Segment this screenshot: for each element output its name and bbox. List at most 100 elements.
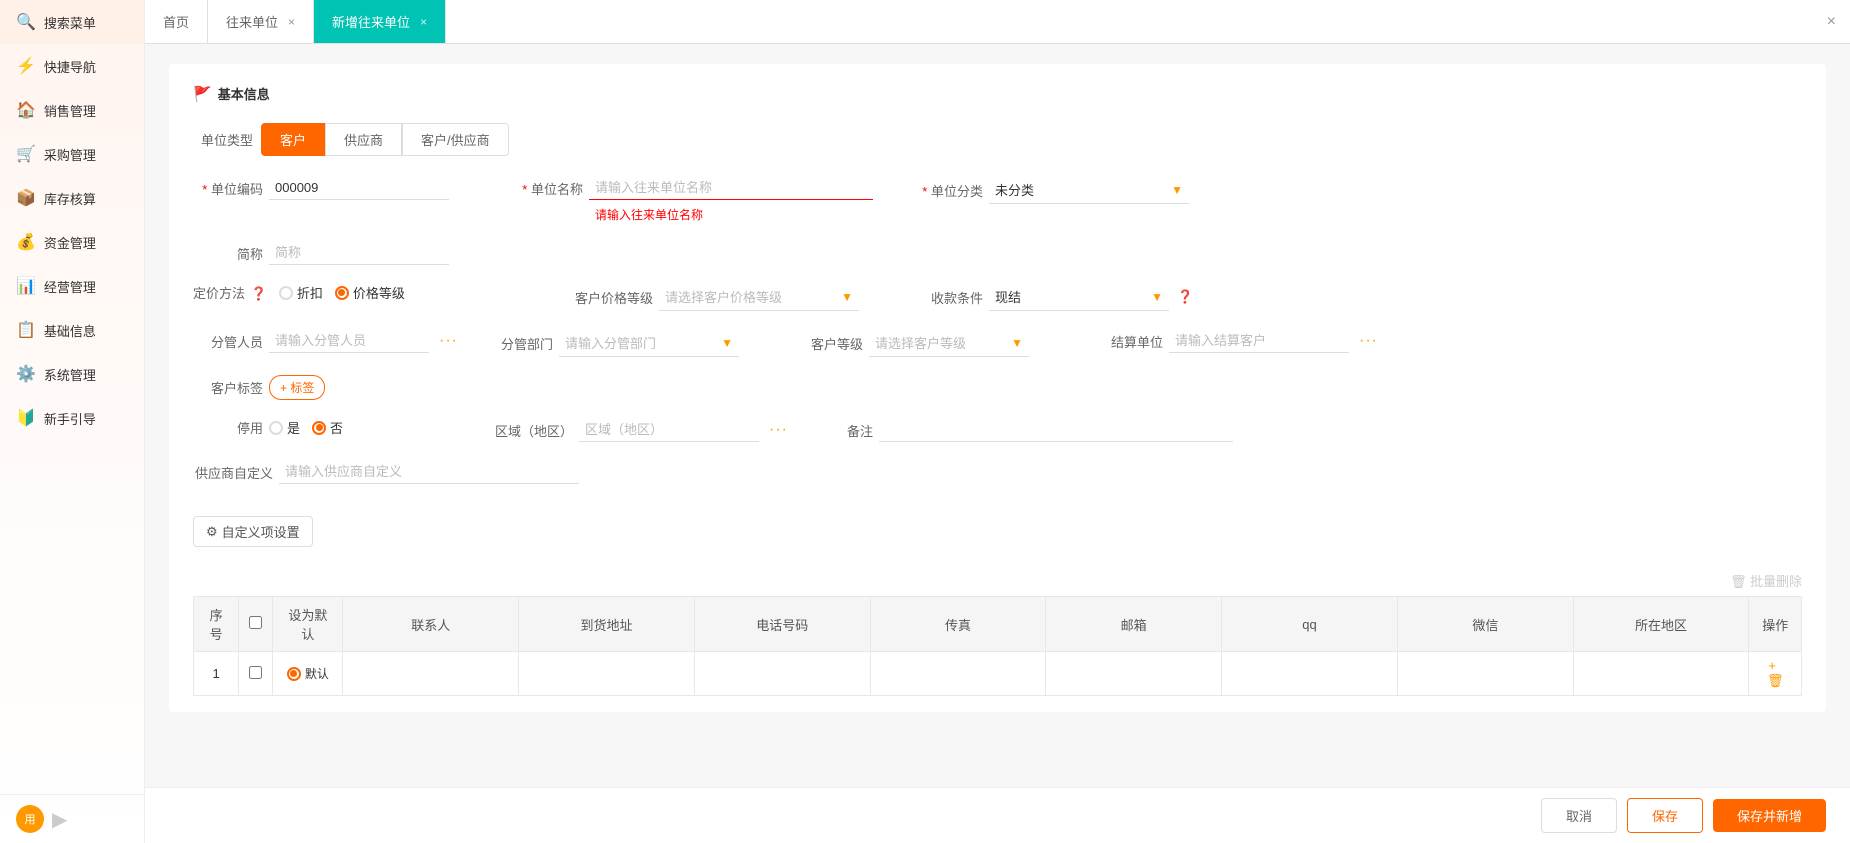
disabled-no-label: 否 [330,418,343,437]
main-area: 首页 往来单位 × 新增往来单位 × × 🚩 基本信息 单位类型 客户 [145,0,1850,843]
sidebar-item-inventory[interactable]: 📦 库存核算 [0,176,144,220]
row-phone-input[interactable] [705,666,860,681]
row-area[interactable] [1573,652,1749,696]
close-all-tabs-button[interactable]: × [1813,0,1850,43]
add-tag-button[interactable]: + 标签 [269,375,325,400]
col-address: 到货地址 [519,597,695,652]
row-address[interactable] [519,652,695,696]
save-and-new-button[interactable]: 保存并新增 [1713,799,1826,832]
row-address-input[interactable] [529,666,684,681]
customer-level-select[interactable]: 请选择客户等级 ▼ [869,329,1029,357]
department-select[interactable]: 请输入分管部门 ▼ [559,329,739,357]
row-fax[interactable] [870,652,1046,696]
row-checkbox[interactable] [249,666,262,679]
row-qq[interactable] [1222,652,1398,696]
col-qq: qq [1222,597,1398,652]
customer-price-level-select[interactable]: 请选择客户价格等级 ▼ [659,283,859,311]
region-more-btn[interactable]: ··· [769,421,788,439]
tab-home[interactable]: 首页 [145,0,208,43]
cancel-button[interactable]: 取消 [1541,798,1617,833]
batch-delete-button[interactable]: 🗑 批量删除 [1730,571,1802,590]
settlement-unit-more-btn[interactable]: ··· [1359,332,1378,350]
sidebar-item-guide[interactable]: 🔰 新手引导 [0,396,144,440]
col-contact: 联系人 [343,597,519,652]
sidebar-item-quick-nav[interactable]: ⚡ 快捷导航 [0,44,144,88]
row-email[interactable] [1046,652,1222,696]
unit-category-label: * 单位分类 [913,181,983,200]
unit-name-input[interactable] [589,176,873,200]
row-delete-btn[interactable]: 🗑 [1767,673,1784,688]
sidebar-item-search[interactable]: 🔍 搜索菜单 [0,0,144,44]
row-default-label: 默认 [305,665,329,682]
purchase-icon: 🛒 [16,144,36,164]
pricing-method-help-icon[interactable]: ❓ [251,286,267,301]
pricing-discount-radio[interactable]: 折扣 [279,283,323,302]
manager-more-btn[interactable]: ··· [439,332,458,350]
unit-code-input[interactable] [269,176,449,200]
payment-terms-select[interactable]: 现结 ▼ [989,283,1169,311]
sidebar-item-sales[interactable]: 🏠 销售管理 [0,88,144,132]
pricing-method-label: 定价方法 ❓ [193,283,267,302]
row-default-radio[interactable]: 默认 [283,665,332,682]
close-trading-units-tab[interactable]: × [288,15,295,29]
settlement-unit-input[interactable] [1169,329,1349,353]
payment-terms-help-icon[interactable]: ❓ [1177,289,1193,305]
row-contact[interactable] [343,652,519,696]
disabled-yes-radio[interactable]: 是 [269,418,300,437]
payment-terms-label: 收款条件 [913,288,983,307]
col-default: 设为默认 [273,597,343,652]
row-qq-input[interactable] [1232,666,1387,681]
sidebar-item-finance[interactable]: 💰 资金管理 [0,220,144,264]
row-area-input[interactable] [1584,666,1739,681]
unit-type-supplier[interactable]: 供应商 [325,123,402,156]
select-all-checkbox[interactable] [249,616,262,629]
group-disabled: 停用 是 否 [193,418,473,437]
row-wechat[interactable] [1397,652,1573,696]
operations-icon: 📊 [16,276,36,296]
short-name-input[interactable] [269,241,449,265]
unit-category-select[interactable]: 未分类 ▼ [989,176,1189,204]
sidebar-item-purchase[interactable]: 🛒 采购管理 [0,132,144,176]
inventory-icon: 📦 [16,188,36,208]
row-default-radio-circle [287,667,301,681]
row-supplier-custom: 供应商自定义 [193,460,1802,484]
customer-price-arrow: ▼ [841,290,853,304]
remark-input[interactable] [879,418,1233,442]
group-customer-price-level: 客户价格等级 请选择客户价格等级 ▼ [573,283,893,311]
close-new-trading-unit-tab[interactable]: × [420,15,427,29]
row-check[interactable] [239,652,273,696]
pricing-level-label: 价格等级 [353,283,405,302]
save-button[interactable]: 保存 [1627,798,1703,833]
manager-label: 分管人员 [193,332,263,351]
row-customer-tag: 客户标签 + 标签 [193,375,1802,400]
col-action: 操作 [1749,597,1802,652]
disabled-no-radio[interactable]: 否 [312,418,343,437]
supplier-custom-input[interactable] [279,460,579,484]
row-default: 默认 [273,652,343,696]
region-input[interactable] [579,418,759,442]
manager-input[interactable] [269,329,429,353]
unit-name-label: * 单位名称 [513,179,583,198]
row-seq: 1 [194,652,239,696]
col-phone: 电话号码 [694,597,870,652]
unit-type-customer[interactable]: 客户 [261,123,325,156]
sidebar-item-basic[interactable]: 📋 基础信息 [0,308,144,352]
custom-settings-button[interactable]: ⚙ 自定义项设置 [193,516,313,547]
row-phone[interactable] [694,652,870,696]
disabled-no-circle [312,421,326,435]
row-contact-input[interactable] [353,666,508,681]
sidebar-item-operations[interactable]: 📊 经营管理 [0,264,144,308]
row-add-btn[interactable]: + [1768,658,1776,673]
row-fax-input[interactable] [881,666,1036,681]
sidebar-expand-icon[interactable]: ▶ [52,807,67,832]
sidebar-item-system[interactable]: ⚙️ 系统管理 [0,352,144,396]
unit-category-arrow: ▼ [1171,183,1183,197]
row-wechat-input[interactable] [1408,666,1563,681]
row-email-input[interactable] [1056,666,1211,681]
pricing-level-radio[interactable]: 价格等级 [335,283,405,302]
tab-new-trading-unit[interactable]: 新增往来单位 × [314,0,446,43]
group-manager: 分管人员 ··· [193,329,473,353]
tab-trading-units[interactable]: 往来单位 × [208,0,314,43]
customer-level-placeholder: 请选择客户等级 [875,333,1011,352]
unit-type-both[interactable]: 客户/供应商 [402,123,509,156]
